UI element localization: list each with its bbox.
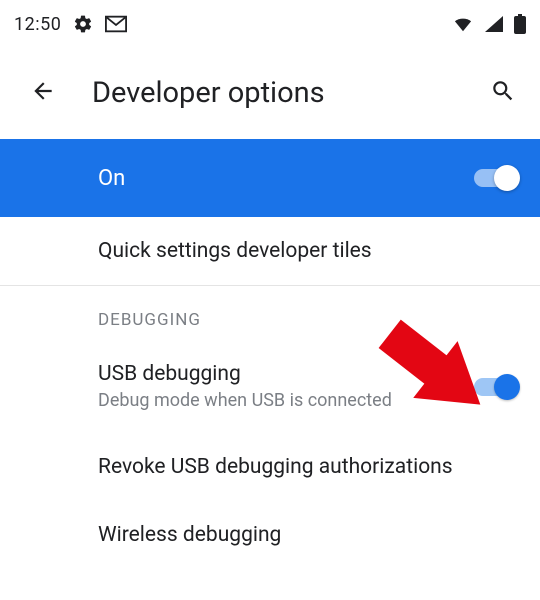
- row-title: Quick settings developer tiles: [98, 239, 518, 263]
- master-toggle-row[interactable]: On: [0, 139, 540, 217]
- cell-signal-icon: [484, 15, 504, 33]
- row-title: Revoke USB debugging authorizations: [98, 455, 518, 479]
- search-button[interactable]: [486, 74, 520, 111]
- app-bar: Developer options: [0, 46, 540, 139]
- gear-icon: [73, 14, 93, 34]
- row-title: Wireless debugging: [98, 523, 518, 547]
- status-clock: 12:50: [14, 14, 61, 35]
- battery-icon: [514, 14, 526, 34]
- search-icon: [490, 78, 516, 107]
- row-title: USB debugging: [98, 362, 474, 386]
- status-bar: 12:50: [0, 0, 540, 46]
- wireless-debugging-row[interactable]: Wireless debugging: [0, 501, 540, 553]
- master-toggle-label: On: [98, 166, 474, 191]
- row-subtitle: Debug mode when USB is connected: [98, 390, 474, 411]
- gmail-icon: [105, 15, 127, 33]
- usb-debugging-switch[interactable]: [474, 378, 518, 396]
- page-title: Developer options: [92, 76, 454, 110]
- usb-debugging-row[interactable]: USB debugging Debug mode when USB is con…: [0, 340, 540, 433]
- section-header-debugging: DEBUGGING: [0, 286, 540, 340]
- back-button[interactable]: [26, 74, 60, 111]
- quick-settings-tiles-row[interactable]: Quick settings developer tiles: [0, 217, 540, 285]
- arrow-left-icon: [30, 78, 56, 107]
- revoke-usb-auth-row[interactable]: Revoke USB debugging authorizations: [0, 433, 540, 501]
- wifi-icon: [452, 15, 474, 33]
- master-toggle-switch[interactable]: [474, 169, 518, 187]
